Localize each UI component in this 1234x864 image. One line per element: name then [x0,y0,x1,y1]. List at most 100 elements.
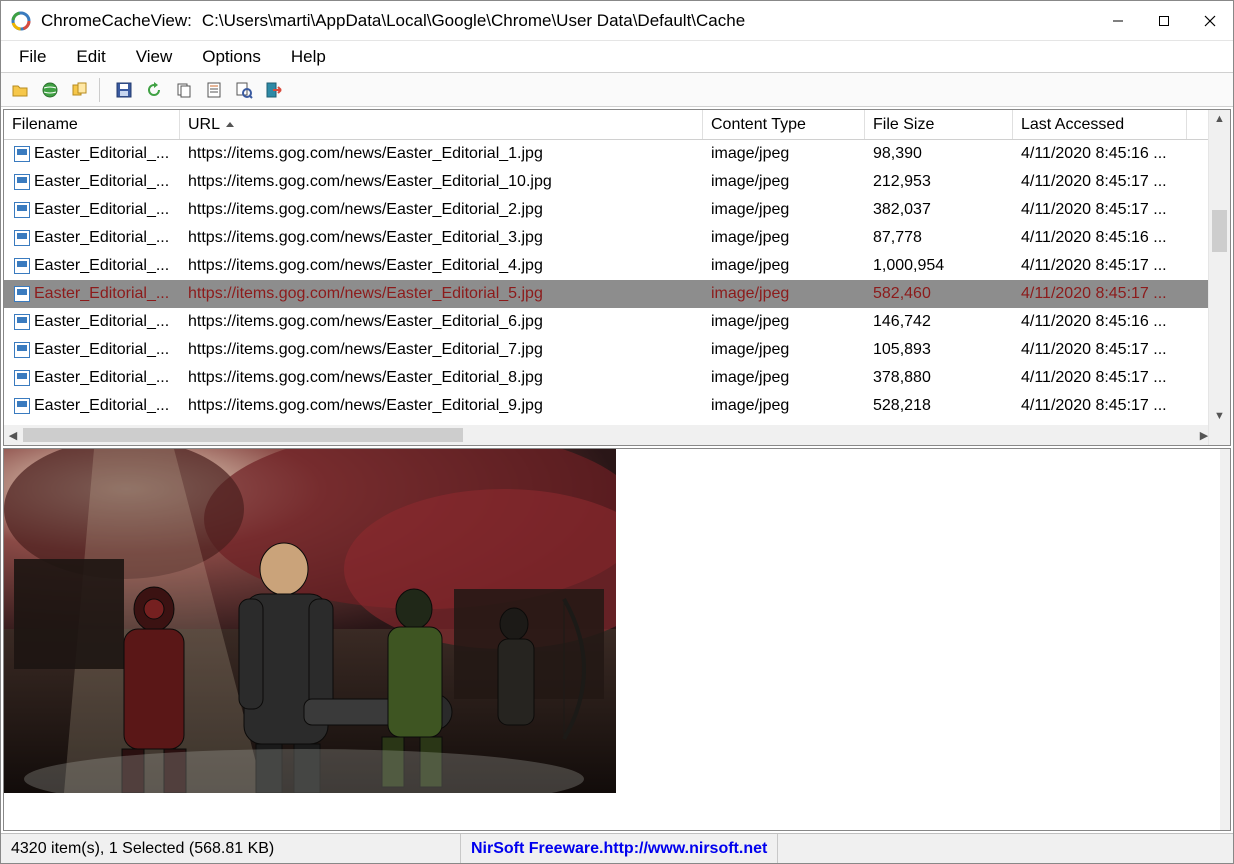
cell-file_size: 1,000,954 [865,257,1013,275]
cell-last_accessed: 4/11/2020 8:45:17 ... [1013,369,1187,387]
preview-scrollbar[interactable] [1220,449,1230,830]
scroll-down-icon[interactable]: ▼ [1209,407,1230,425]
cell-file_size: 105,893 [865,341,1013,359]
table-row[interactable]: Easter_Editorial_...https://items.gog.co… [4,364,1208,392]
maximize-button[interactable] [1141,1,1187,41]
menu-help[interactable]: Help [279,43,338,71]
column-header-last_accessed[interactable]: Last Accessed [1013,110,1187,139]
cell-content_type: image/jpeg [703,145,865,163]
status-bar: 4320 item(s), 1 Selected (568.81 KB) Nir… [1,833,1233,863]
menu-file[interactable]: File [7,43,58,71]
scroll-right-icon[interactable]: ▶ [1195,426,1208,444]
cell-filename: Easter_Editorial_... [4,369,180,387]
menu-bar: File Edit View Options Help [1,41,1233,73]
cell-filename: Easter_Editorial_... [4,397,180,415]
column-header-url[interactable]: URL [180,110,703,139]
image-file-icon [14,314,30,330]
cell-file_size: 378,880 [865,369,1013,387]
exit-icon[interactable] [261,77,287,103]
cell-last_accessed: 4/11/2020 8:45:16 ... [1013,145,1187,163]
status-count: 4320 item(s), 1 Selected (568.81 KB) [1,834,461,863]
cell-content_type: image/jpeg [703,397,865,415]
cell-url: https://items.gog.com/news/Easter_Editor… [180,173,703,191]
list-body: Easter_Editorial_...https://items.gog.co… [4,140,1208,420]
cell-last_accessed: 4/11/2020 8:45:16 ... [1013,313,1187,331]
vertical-scrollbar[interactable]: ▲ ▼ [1208,110,1230,445]
cell-url: https://items.gog.com/news/Easter_Editor… [180,341,703,359]
menu-view[interactable]: View [124,43,185,71]
table-row[interactable]: Easter_Editorial_...https://items.gog.co… [4,336,1208,364]
table-row[interactable]: Easter_Editorial_...https://items.gog.co… [4,280,1208,308]
window-path: C:\Users\marti\AppData\Local\Google\Chro… [192,11,745,31]
web-icon[interactable] [37,77,63,103]
find-icon[interactable] [231,77,257,103]
cell-url: https://items.gog.com/news/Easter_Editor… [180,397,703,415]
cell-content_type: image/jpeg [703,173,865,191]
cell-last_accessed: 4/11/2020 8:45:17 ... [1013,341,1187,359]
app-icon [11,11,31,31]
menu-options[interactable]: Options [190,43,273,71]
cell-last_accessed: 4/11/2020 8:45:16 ... [1013,229,1187,247]
cell-filename: Easter_Editorial_... [4,285,180,303]
column-header-file_size[interactable]: File Size [865,110,1013,139]
menu-edit[interactable]: Edit [64,43,117,71]
cell-url: https://items.gog.com/news/Easter_Editor… [180,285,703,303]
scroll-thumb-v[interactable] [1212,210,1227,252]
image-file-icon [14,230,30,246]
cell-last_accessed: 4/11/2020 8:45:17 ... [1013,397,1187,415]
app-title: ChromeCacheView: [41,11,192,31]
table-row[interactable]: Easter_Editorial_...https://items.gog.co… [4,224,1208,252]
properties-icon[interactable] [201,77,227,103]
cell-file_size: 212,953 [865,173,1013,191]
toolbar [1,73,1233,107]
image-file-icon [14,146,30,162]
image-file-icon [14,174,30,190]
scroll-up-icon[interactable]: ▲ [1209,110,1230,128]
separator-icon [99,78,105,102]
cell-file_size: 382,037 [865,201,1013,219]
table-row[interactable]: Easter_Editorial_...https://items.gog.co… [4,140,1208,168]
preview-pane [3,448,1231,831]
cell-file_size: 528,218 [865,397,1013,415]
table-row[interactable]: Easter_Editorial_...https://items.gog.co… [4,196,1208,224]
cell-filename: Easter_Editorial_... [4,173,180,191]
image-file-icon [14,258,30,274]
image-file-icon [14,342,30,358]
copy-path-icon[interactable] [67,77,93,103]
cell-last_accessed: 4/11/2020 8:45:17 ... [1013,285,1187,303]
credit-link[interactable]: http://www.nirsoft.net [603,840,767,858]
column-header-filename[interactable]: Filename [4,110,180,139]
table-row[interactable]: Easter_Editorial_...https://items.gog.co… [4,252,1208,280]
table-row[interactable]: Easter_Editorial_...https://items.gog.co… [4,168,1208,196]
cell-url: https://items.gog.com/news/Easter_Editor… [180,145,703,163]
cell-file_size: 146,742 [865,313,1013,331]
list-view: FilenameURLContent TypeFile SizeLast Acc… [3,109,1231,446]
cell-url: https://items.gog.com/news/Easter_Editor… [180,313,703,331]
table-row[interactable]: Easter_Editorial_...https://items.gog.co… [4,308,1208,336]
copy-icon[interactable] [171,77,197,103]
refresh-icon[interactable] [141,77,167,103]
cell-filename: Easter_Editorial_... [4,145,180,163]
scroll-left-icon[interactable]: ◀ [4,426,22,444]
cell-content_type: image/jpeg [703,257,865,275]
cell-url: https://items.gog.com/news/Easter_Editor… [180,257,703,275]
credit-text: NirSoft Freeware. [471,840,603,858]
cell-content_type: image/jpeg [703,313,865,331]
save-icon[interactable] [111,77,137,103]
cell-last_accessed: 4/11/2020 8:45:17 ... [1013,257,1187,275]
cell-file_size: 98,390 [865,145,1013,163]
cell-last_accessed: 4/11/2020 8:45:17 ... [1013,201,1187,219]
scroll-thumb[interactable] [23,428,463,442]
horizontal-scrollbar[interactable]: ◀ ▶ [4,425,1208,445]
minimize-button[interactable] [1095,1,1141,41]
cell-content_type: image/jpeg [703,201,865,219]
preview-image [4,449,616,793]
image-file-icon [14,398,30,414]
open-folder-icon[interactable] [7,77,33,103]
cell-content_type: image/jpeg [703,369,865,387]
column-header-content_type[interactable]: Content Type [703,110,865,139]
close-button[interactable] [1187,1,1233,41]
table-row[interactable]: Easter_Editorial_...https://items.gog.co… [4,392,1208,420]
cell-file_size: 582,460 [865,285,1013,303]
cell-url: https://items.gog.com/news/Easter_Editor… [180,369,703,387]
